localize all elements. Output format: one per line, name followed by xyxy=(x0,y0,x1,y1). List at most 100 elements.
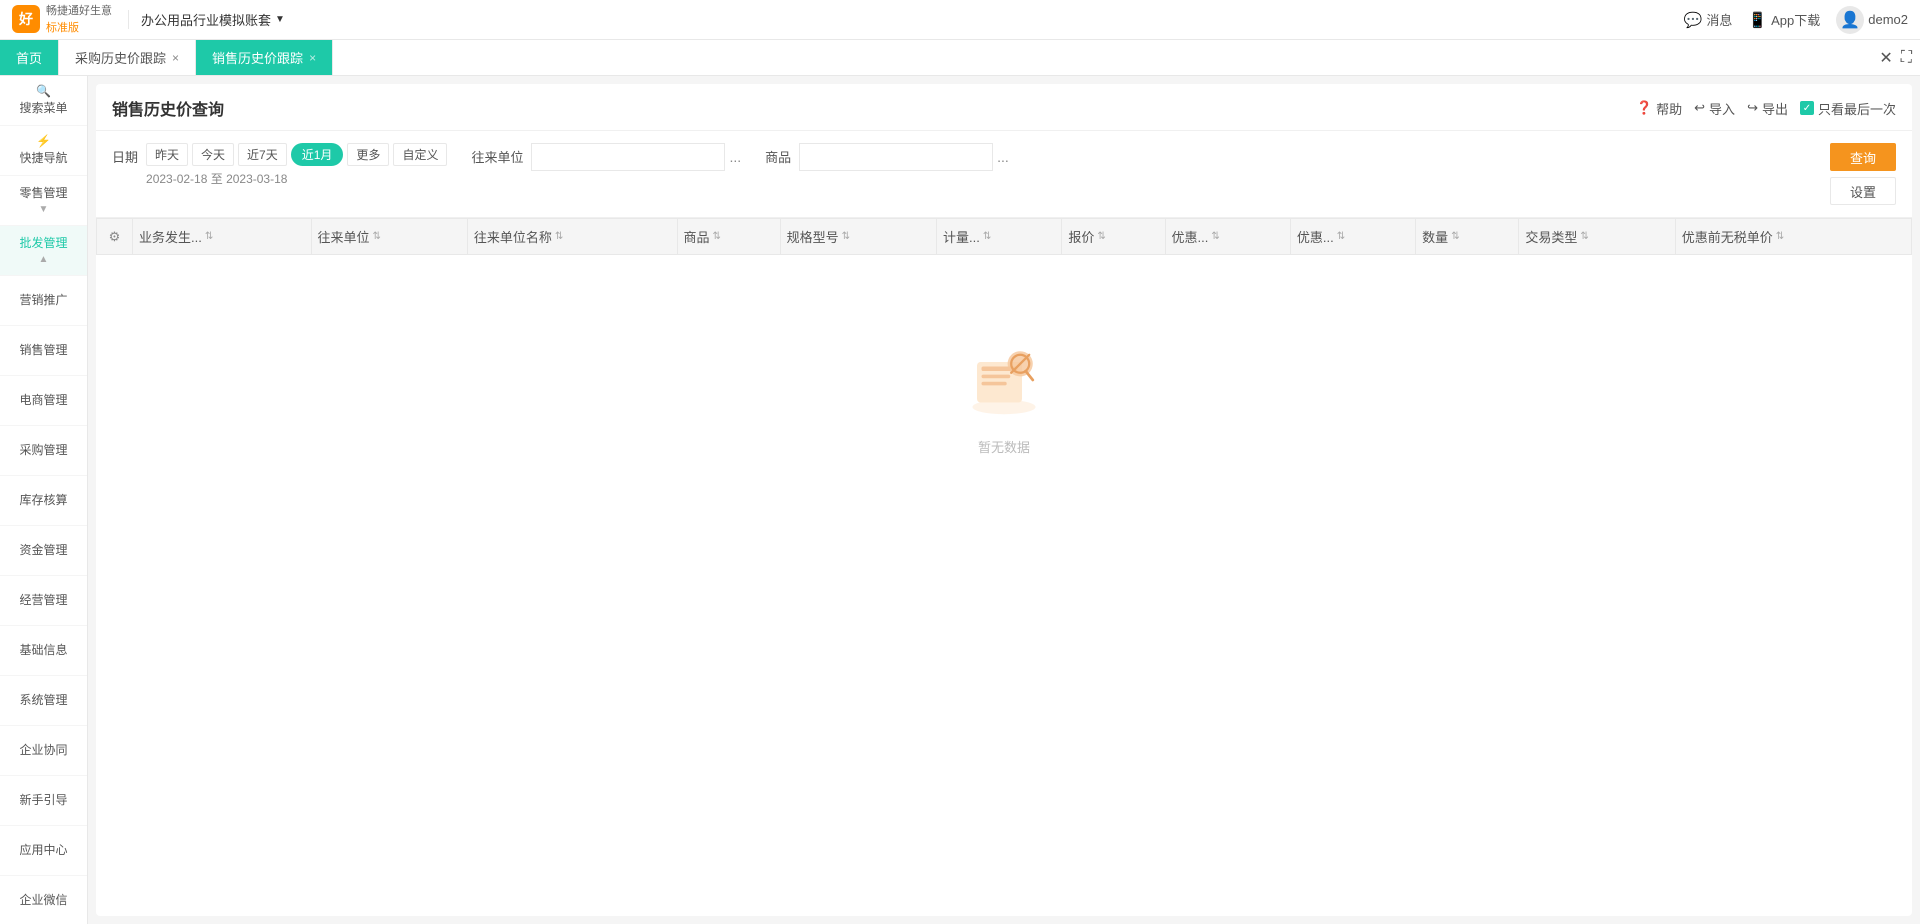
help-btn[interactable]: ❓ 帮助 xyxy=(1636,99,1682,118)
sort-icon: ⇅ xyxy=(555,231,563,242)
table-header-row: ⚙ 业务发生... ⇅ 往来单位 xyxy=(97,219,1912,255)
empty-illustration xyxy=(959,335,1049,425)
th-goods-label: 商品 xyxy=(684,227,710,246)
sort-icon: ⇅ xyxy=(1451,231,1459,242)
checkbox-checked-icon: ✓ xyxy=(1800,101,1814,115)
sidebar-item-inventory[interactable]: 库存核算 xyxy=(0,476,87,526)
tab-purchase-history-label: 采购历史价跟踪 xyxy=(75,48,166,67)
sidebar-item-sales-mgmt[interactable]: 销售管理 xyxy=(0,326,87,376)
th-no-tax-price-label: 优惠前无税单价 xyxy=(1682,227,1773,246)
goods-input[interactable] xyxy=(799,143,993,171)
sidebar-item-wholesale[interactable]: 批发管理 ▲ xyxy=(0,226,87,276)
only-last-label: 只看最后一次 xyxy=(1818,99,1896,118)
help-icon: ❓ xyxy=(1636,100,1652,116)
maximize-btn[interactable]: ⛶ xyxy=(1901,49,1912,67)
sidebar-item-label: 电商管理 xyxy=(19,393,67,409)
logo-text: 畅捷通好生意 xyxy=(46,4,112,18)
sidebar-item-marketing[interactable]: 营销推广 xyxy=(0,276,87,326)
tab-sales-history[interactable]: 销售历史价跟踪 × xyxy=(196,40,333,75)
user-area[interactable]: 👤 demo2 xyxy=(1836,6,1908,34)
date-1month-btn[interactable]: 近1月 xyxy=(291,143,344,166)
export-btn[interactable]: ↪ 导出 xyxy=(1747,99,1788,118)
tab-sales-history-label: 销售历史价跟踪 xyxy=(212,48,303,67)
sidebar-item-ecommerce[interactable]: 电商管理 xyxy=(0,376,87,426)
sidebar-item-label: 销售管理 xyxy=(19,343,67,359)
topbar-left: 好 畅捷通好生意 标准版 办公用品行业模拟账套 ▼ xyxy=(12,4,285,34)
th-quote-label: 报价 xyxy=(1068,227,1094,246)
quick-nav-icon: ⚡ xyxy=(36,134,51,148)
page-container: 销售历史价查询 ❓ 帮助 ↩ 导入 ↪ 导出 ✓ xyxy=(96,84,1912,916)
goods-ellipsis-btn[interactable]: ... xyxy=(997,149,1009,165)
sidebar-item-basic-info[interactable]: 基础信息 xyxy=(0,626,87,676)
tab-home[interactable]: 首页 xyxy=(0,40,59,75)
username: demo2 xyxy=(1868,12,1908,27)
th-gear: ⚙ xyxy=(97,219,133,255)
sidebar-item-label: 资金管理 xyxy=(19,543,67,559)
only-last-checkbox[interactable]: ✓ 只看最后一次 xyxy=(1800,99,1896,118)
import-btn[interactable]: ↩ 导入 xyxy=(1694,99,1735,118)
sidebar-item-guide[interactable]: 新手引导 xyxy=(0,776,87,826)
sidebar-item-app-center[interactable]: 应用中心 xyxy=(0,826,87,876)
sidebar-item-label: 零售管理 xyxy=(19,186,67,202)
date-today-btn[interactable]: 今天 xyxy=(192,143,234,166)
date-yesterday-btn[interactable]: 昨天 xyxy=(146,143,188,166)
th-biz-date-label: 业务发生... xyxy=(139,227,202,246)
query-btn[interactable]: 查询 xyxy=(1830,143,1896,171)
th-quote: 报价 ⇅ xyxy=(1062,219,1165,255)
sidebar-item-label: 基础信息 xyxy=(19,643,67,659)
sidebar-item-label: 系统管理 xyxy=(19,693,67,709)
export-label: 导出 xyxy=(1762,99,1788,118)
gear-icon[interactable]: ⚙ xyxy=(109,229,121,245)
sidebar-item-retail[interactable]: 零售管理 ▼ xyxy=(0,176,87,226)
sidebar-item-system[interactable]: 系统管理 xyxy=(0,676,87,726)
close-tab-purchase-icon[interactable]: × xyxy=(172,51,179,65)
app-selector[interactable]: 办公用品行业模拟账套 ▼ xyxy=(128,10,285,29)
topbar: 好 畅捷通好生意 标准版 办公用品行业模拟账套 ▼ 💬 消息 📱 App下载 👤… xyxy=(0,0,1920,40)
partner-input-group: ... xyxy=(531,143,741,171)
main-layout: 🔍 搜索菜单 ⚡ 快捷导航 零售管理 ▼ 批发管理 ▲ 营销推广 销售管理 电商… xyxy=(0,76,1920,924)
th-discount1-label: 优惠... xyxy=(1172,227,1209,246)
page-header: 销售历史价查询 ❓ 帮助 ↩ 导入 ↪ 导出 ✓ xyxy=(96,84,1912,131)
logo-label: 标准版 xyxy=(46,19,112,35)
app-download-btn[interactable]: 📱 App下载 xyxy=(1748,10,1820,29)
th-unit: 计量... ⇅ xyxy=(937,219,1062,255)
date-7days-btn[interactable]: 近7天 xyxy=(238,143,287,166)
sidebar-item-quick-nav[interactable]: ⚡ 快捷导航 xyxy=(0,126,87,176)
close-all-tabs-btn[interactable]: ✕ xyxy=(1879,48,1892,68)
date-range-text: 2023-02-18 至 2023-03-18 xyxy=(146,170,447,187)
date-more-btn[interactable]: 更多 xyxy=(347,143,389,166)
th-biz-date: 业务发生... ⇅ xyxy=(133,219,312,255)
sidebar-item-label: 快捷导航 xyxy=(19,151,67,167)
sort-icon: ⇅ xyxy=(983,231,991,242)
sort-icon: ⇅ xyxy=(1580,231,1588,242)
date-filter-group: 日期 昨天 今天 近7天 近1月 更多 自定义 2023-02-18 至 202… xyxy=(112,143,447,187)
sidebar-item-search-menu[interactable]: 🔍 搜索菜单 xyxy=(0,76,87,126)
th-quantity: 数量 ⇅ xyxy=(1416,219,1519,255)
close-tab-sales-icon[interactable]: × xyxy=(309,51,316,65)
sidebar-item-enterprise-collab[interactable]: 企业协同 xyxy=(0,726,87,776)
chevron-down-icon: ▼ xyxy=(39,204,49,215)
sidebar-item-purchase[interactable]: 采购管理 xyxy=(0,426,87,476)
th-partner-name: 往来单位名称 ⇅ xyxy=(467,219,677,255)
sidebar-item-finance[interactable]: 资金管理 xyxy=(0,526,87,576)
export-icon: ↪ xyxy=(1747,100,1758,116)
logo-area: 好 畅捷通好生意 标准版 xyxy=(12,4,112,34)
partner-input[interactable] xyxy=(531,143,725,171)
sidebar-item-enterprise-wechat[interactable]: 企业微信 xyxy=(0,876,87,924)
tab-purchase-history[interactable]: 采购历史价跟踪 × xyxy=(59,40,196,75)
sidebar-item-label: 应用中心 xyxy=(19,843,67,859)
tabbar: 首页 采购历史价跟踪 × 销售历史价跟踪 × ✕ ⛶ xyxy=(0,40,1920,76)
th-spec: 规格型号 ⇅ xyxy=(780,219,936,255)
partner-label: 往来单位 xyxy=(471,143,523,166)
th-partner-code: 往来单位 ⇅ xyxy=(311,219,467,255)
date-custom-btn[interactable]: 自定义 xyxy=(393,143,447,166)
settings-btn[interactable]: 设置 xyxy=(1830,177,1896,205)
sidebar-item-operations[interactable]: 经营管理 xyxy=(0,576,87,626)
chevron-down-icon: ▼ xyxy=(275,14,285,25)
empty-state: 暂无数据 xyxy=(96,255,1912,536)
partner-ellipsis-btn[interactable]: ... xyxy=(729,149,741,165)
message-btn[interactable]: 💬 消息 xyxy=(1684,10,1733,29)
download-icon: 📱 xyxy=(1748,11,1767,29)
th-goods: 商品 ⇅ xyxy=(677,219,780,255)
sidebar-item-label: 搜索菜单 xyxy=(19,101,67,117)
